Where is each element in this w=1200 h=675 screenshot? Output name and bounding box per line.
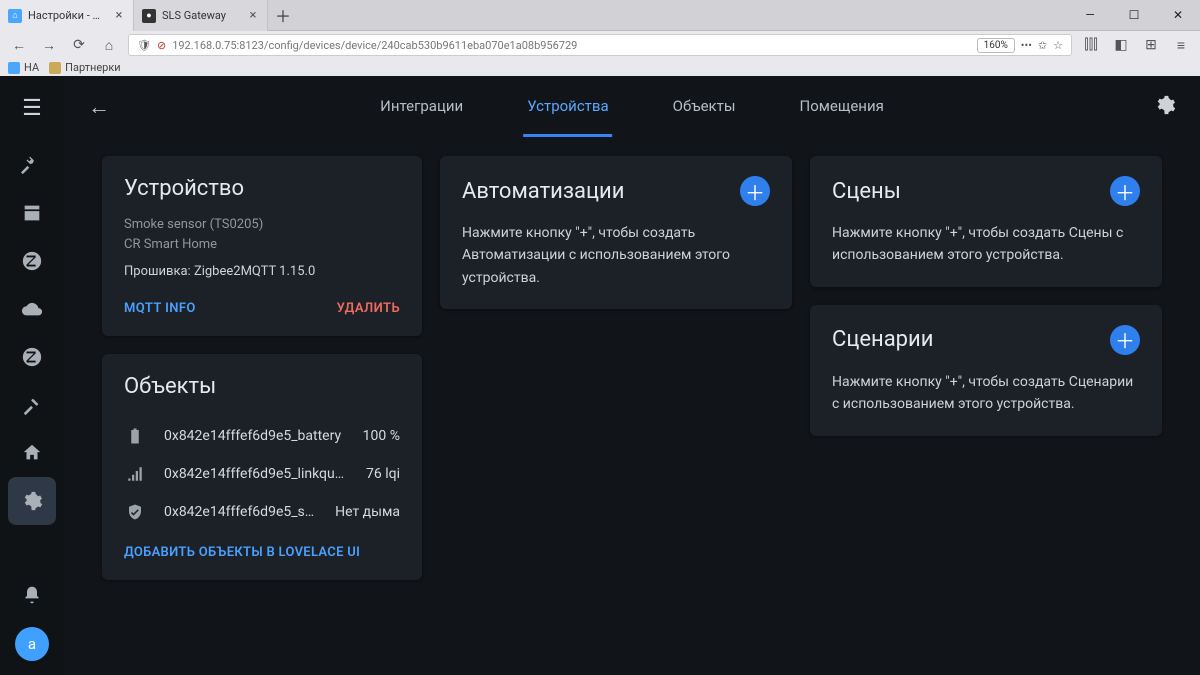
- scenes-heading: Сцены: [832, 179, 901, 204]
- bookmark-ha[interactable]: HA: [8, 61, 39, 74]
- sidebar-item-hacs[interactable]: [8, 189, 56, 237]
- url-bar[interactable]: 🛡 ⊘ 192.168.0.75:8123/config/devices/dev…: [128, 34, 1072, 56]
- shield-icon: 🛡: [137, 39, 151, 52]
- sidebar-item-zigbee[interactable]: [8, 237, 56, 285]
- bookmark-star-icon[interactable]: ☆: [1053, 39, 1063, 52]
- browser-nav-bar: ← → ⟳ ⌂ 🛡 ⊘ 192.168.0.75:8123/config/dev…: [0, 31, 1200, 59]
- lock-icon: ⊘: [157, 39, 166, 52]
- battery-icon: [124, 427, 146, 445]
- add-scene-button[interactable]: ＋: [1110, 176, 1140, 206]
- signal-icon: [124, 465, 146, 483]
- maximize-button[interactable]: ☐: [1112, 0, 1156, 30]
- gear-icon[interactable]: [1154, 94, 1176, 120]
- tab-devices[interactable]: Устройства: [523, 77, 612, 137]
- browser-tab-2[interactable]: ● SLS Gateway ×: [134, 0, 268, 31]
- home-assistant-favicon: ⌂: [8, 9, 22, 23]
- forward-button[interactable]: →: [38, 34, 60, 56]
- add-automation-button[interactable]: ＋: [740, 176, 770, 206]
- close-icon[interactable]: ×: [113, 10, 125, 22]
- zoom-badge[interactable]: 160%: [977, 38, 1015, 53]
- device-heading: Устройство: [124, 176, 400, 201]
- sidebar-item-zigbee2[interactable]: [8, 333, 56, 381]
- sidebar-item-notifications[interactable]: [8, 571, 56, 619]
- bookmark-icon: [8, 62, 20, 74]
- content: Устройство Smoke sensor (TS0205) CR Smar…: [64, 138, 1200, 675]
- main: ← Интеграции Устройства Объекты Помещени…: [64, 76, 1200, 675]
- extensions-icon[interactable]: ⊞: [1140, 34, 1162, 56]
- browser-chrome: ⌂ Настройки - Home Assistant × ● SLS Gat…: [0, 0, 1200, 76]
- sidebar-item-supervisor[interactable]: [8, 429, 56, 477]
- sidebar: ☰ a: [0, 76, 64, 675]
- add-script-button[interactable]: ＋: [1110, 325, 1140, 355]
- reader-icon[interactable]: •••: [1021, 39, 1032, 52]
- tab-integrations[interactable]: Интеграции: [376, 77, 467, 137]
- sls-favicon: ●: [142, 9, 156, 23]
- sidebar-item-devtools[interactable]: [8, 141, 56, 189]
- entity-row-battery[interactable]: 0x842e14fffef6d9e5_battery 100 %: [124, 417, 400, 455]
- library-icon[interactable]: ⫿⫿⫿: [1080, 34, 1102, 56]
- sidebar-item-settings[interactable]: [8, 477, 56, 525]
- entities-card: Объекты 0x842e14fffef6d9e5_battery 100 %…: [102, 354, 422, 580]
- home-assistant-app: ☰ a ← Интеграции Устройства Объекты Поме…: [0, 76, 1200, 675]
- tab-entities[interactable]: Объекты: [669, 77, 740, 137]
- mqtt-info-button[interactable]: MQTT INFO: [124, 301, 196, 316]
- close-icon[interactable]: ×: [247, 10, 259, 22]
- scripts-body: Нажмите кнопку "+", чтобы создать Сценар…: [832, 371, 1140, 416]
- shield-check-icon: [124, 503, 146, 521]
- new-tab-button[interactable]: ＋: [268, 0, 298, 30]
- menu-icon[interactable]: ≡: [1170, 34, 1192, 56]
- back-arrow-icon[interactable]: ←: [88, 94, 110, 120]
- url-text: 192.168.0.75:8123/config/devices/device/…: [172, 39, 970, 52]
- window-controls: — ☐ ✕: [1068, 0, 1200, 30]
- scenes-body: Нажмите кнопку "+", чтобы создать Сцены …: [832, 222, 1140, 267]
- sidebar-item-cloud[interactable]: [8, 285, 56, 333]
- home-button[interactable]: ⌂: [98, 34, 120, 56]
- sidebar-icon[interactable]: ◧: [1110, 34, 1132, 56]
- automations-card: Автоматизации ＋ Нажмите кнопку "+", чтоб…: [440, 156, 792, 309]
- folder-icon: [49, 62, 61, 74]
- back-button[interactable]: ←: [8, 34, 30, 56]
- site-info-icon[interactable]: ✩: [1038, 39, 1047, 52]
- delete-button[interactable]: УДАЛИТЬ: [337, 301, 400, 316]
- bookmarks-bar: HA Партнерки: [0, 59, 1200, 76]
- entity-row-smoke[interactable]: 0x842e14fffef6d9e5_smo… Нет дыма: [124, 493, 400, 531]
- sidebar-item-hammer[interactable]: [8, 381, 56, 429]
- minimize-button[interactable]: —: [1068, 0, 1112, 30]
- browser-tab-1-title: Настройки - Home Assistant: [28, 9, 107, 22]
- browser-tab-1[interactable]: ⌂ Настройки - Home Assistant ×: [0, 0, 134, 31]
- device-model: Smoke sensor (TS0205): [124, 215, 400, 235]
- device-card: Устройство Smoke sensor (TS0205) CR Smar…: [102, 156, 422, 336]
- device-firmware: Прошивка: Zigbee2MQTT 1.15.0: [124, 264, 400, 279]
- automations-heading: Автоматизации: [462, 179, 624, 204]
- reload-button[interactable]: ⟳: [68, 34, 90, 56]
- tab-areas[interactable]: Помещения: [796, 77, 888, 137]
- bookmark-folder-partners[interactable]: Партнерки: [49, 61, 121, 74]
- topbar: ← Интеграции Устройства Объекты Помещени…: [64, 76, 1200, 138]
- browser-tab-2-title: SLS Gateway: [162, 9, 241, 22]
- browser-tabs-bar: ⌂ Настройки - Home Assistant × ● SLS Gat…: [0, 0, 1200, 31]
- user-avatar[interactable]: a: [15, 627, 49, 661]
- top-tabs: Интеграции Устройства Объекты Помещения: [376, 77, 888, 137]
- add-to-lovelace-button[interactable]: ДОБАВИТЬ ОБЪЕКТЫ В LOVELACE UI: [124, 531, 400, 564]
- automations-body: Нажмите кнопку "+", чтобы создать Автома…: [462, 222, 770, 289]
- scripts-card: Сценарии ＋ Нажмите кнопку "+", чтобы соз…: [810, 305, 1162, 436]
- entities-heading: Объекты: [124, 374, 400, 399]
- close-window-button[interactable]: ✕: [1156, 0, 1200, 30]
- scenes-card: Сцены ＋ Нажмите кнопку "+", чтобы создат…: [810, 156, 1162, 287]
- entity-row-linkquality[interactable]: 0x842e14fffef6d9e5_linkquality 76 lqi: [124, 455, 400, 493]
- device-maker: CR Smart Home: [124, 235, 400, 255]
- hamburger-icon[interactable]: ☰: [22, 96, 42, 121]
- scripts-heading: Сценарии: [832, 327, 933, 352]
